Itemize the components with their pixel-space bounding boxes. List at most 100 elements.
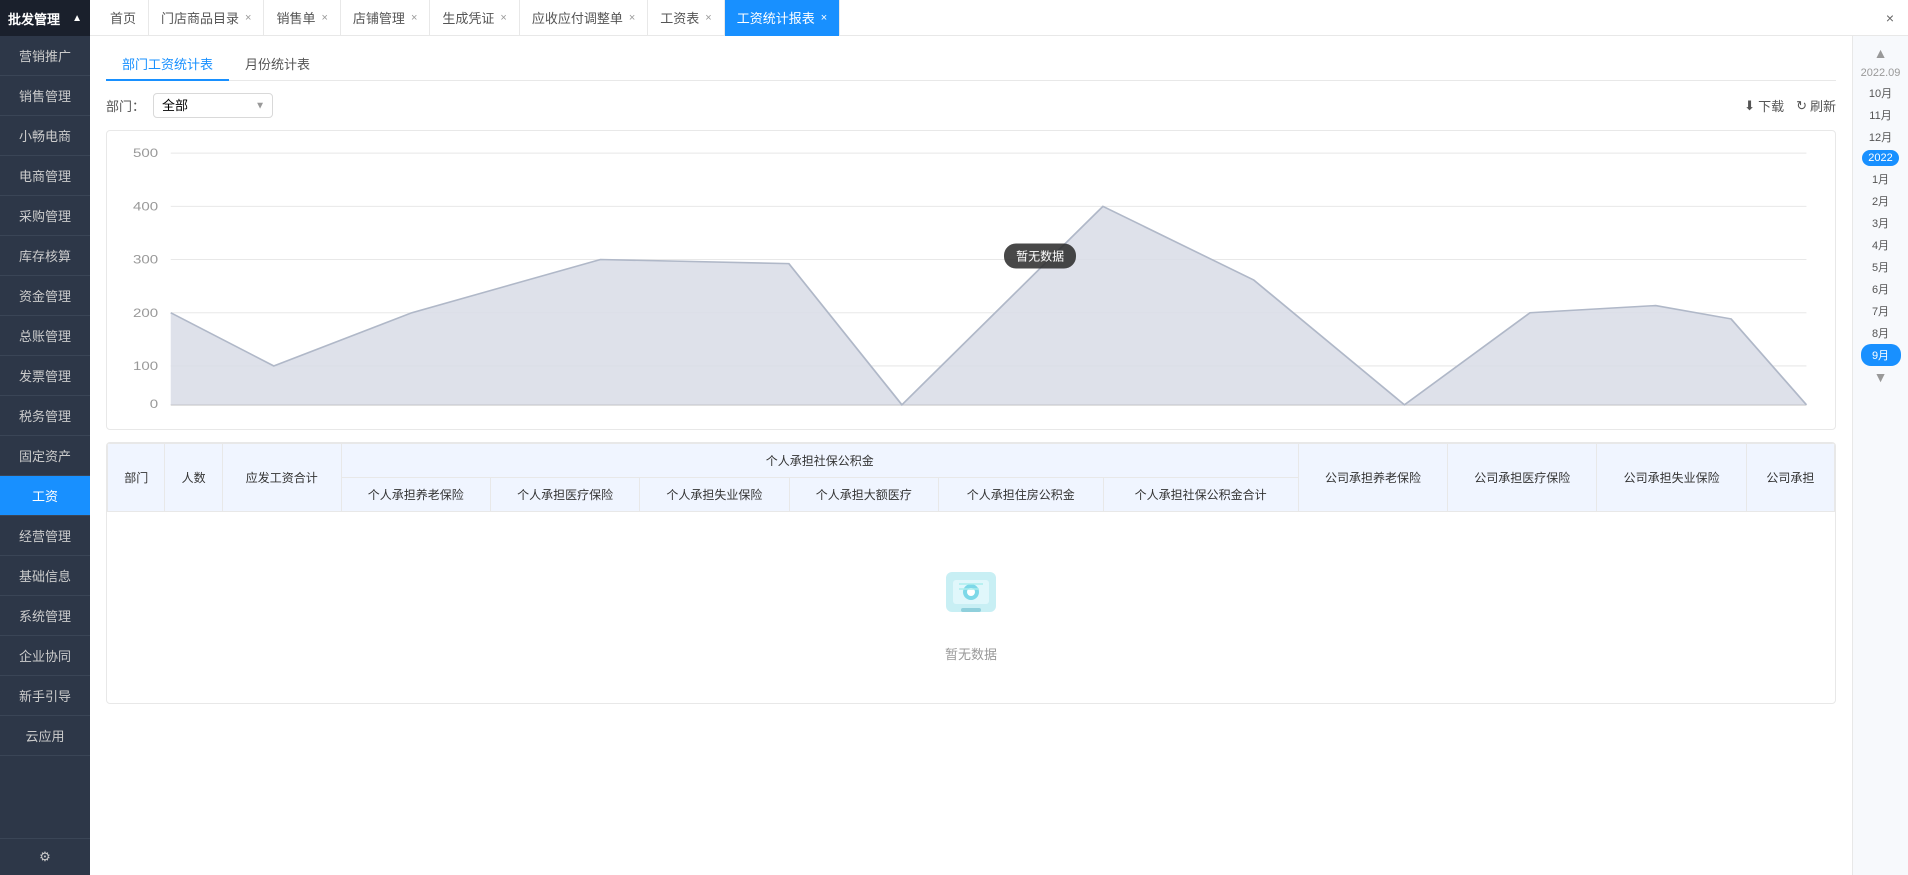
dept-select-wrapper: 全部 — [153, 93, 273, 118]
sub-tab-month[interactable]: 月份统计表 — [229, 48, 326, 81]
payroll-table: 部门 人数 应发工资合计 个人承担社保公积金 公司承担养老保险 公司承担医疗保险… — [107, 443, 1835, 703]
sidebar-item-xsgl[interactable]: 销售管理 — [0, 76, 90, 116]
sidebar-collapse-icon[interactable]: ▲ — [72, 13, 82, 24]
table-wrapper: 部门 人数 应发工资合计 个人承担社保公积金 公司承担养老保险 公司承担医疗保险… — [106, 442, 1836, 704]
chart-container: 500 400 300 200 100 0 — [106, 130, 1836, 430]
tab-store-mgmt[interactable]: 店铺管理 × — [341, 0, 430, 36]
tab-voucher[interactable]: 生成凭证 × — [430, 0, 519, 36]
tab-bar: 首页 门店商品目录 × 销售单 × 店铺管理 × 生成凭证 × 应收应付调整单 … — [90, 0, 1908, 36]
th-company-unemp: 公司承担失业保险 — [1597, 444, 1746, 512]
timeline-panel: ▲ 2022.09 10月 11月 12月 2022 1月 2月 3月 4月 5… — [1852, 36, 1908, 875]
svg-text:0: 0 — [150, 397, 159, 410]
th-personal-major: 个人承担大额医疗 — [789, 478, 938, 512]
sidebar: 批发管理 ▲ 营销推广 销售管理 小畅电商 电商管理 采购管理 库存核算 资金管… — [0, 0, 90, 875]
timeline-month-dec[interactable]: 12月 — [1861, 126, 1901, 148]
sidebar-item-xcdsc[interactable]: 小畅电商 — [0, 116, 90, 156]
sub-tab-bar: 部门工资统计表 月份统计表 — [106, 48, 1836, 81]
th-personal-unemp: 个人承担失业保险 — [640, 478, 789, 512]
sidebar-item-xsyd[interactable]: 新手引导 — [0, 676, 90, 716]
empty-illustration — [931, 552, 1011, 632]
tab-sales[interactable]: 销售单 × — [264, 0, 340, 36]
svg-text:200: 200 — [133, 306, 159, 319]
timeline-year-2022-09: 2022.09 — [1857, 64, 1905, 82]
sidebar-header[interactable]: 批发管理 ▲ — [0, 0, 90, 36]
timeline-up-nav[interactable]: ▲ — [1871, 42, 1891, 64]
tab-home[interactable]: 首页 — [98, 0, 149, 36]
toolbar-row: 部门： 全部 ⬇ 下载 ↻ 刷新 — [106, 93, 1836, 118]
sidebar-item-cggl[interactable]: 采购管理 — [0, 196, 90, 236]
sidebar-item-zjgl[interactable]: 资金管理 — [0, 276, 90, 316]
gear-icon: ⚙ — [39, 849, 51, 864]
timeline-year-badge-2022: 2022 — [1862, 150, 1898, 166]
refresh-icon: ↻ — [1796, 98, 1807, 114]
dept-label: 部门： — [106, 96, 145, 115]
tab-bar-right: × — [1880, 8, 1900, 28]
download-icon: ⬇ — [1744, 98, 1755, 114]
sidebar-item-xtgl[interactable]: 系统管理 — [0, 596, 90, 636]
empty-text: 暂无数据 — [945, 644, 997, 663]
tab-store-catalog[interactable]: 门店商品目录 × — [149, 0, 264, 36]
content-area: 部门工资统计表 月份统计表 部门： 全部 ⬇ 下载 — [90, 36, 1908, 875]
timeline-month-jan[interactable]: 1月 — [1861, 168, 1901, 190]
svg-text:500: 500 — [133, 147, 159, 160]
tab-payroll-report[interactable]: 工资统计报表 × — [725, 0, 840, 36]
timeline-month-may[interactable]: 5月 — [1861, 256, 1901, 278]
tab-close-payroll-report[interactable]: × — [821, 12, 827, 24]
tab-close-ar-ap[interactable]: × — [629, 12, 635, 24]
sidebar-item-gz[interactable]: 工资 — [0, 476, 90, 516]
timeline-month-jun[interactable]: 6月 — [1861, 278, 1901, 300]
th-personal-total: 个人承担社保公积金合计 — [1103, 478, 1298, 512]
sidebar-item-fpgl[interactable]: 发票管理 — [0, 356, 90, 396]
area-chart: 500 400 300 200 100 0 — [123, 147, 1819, 413]
timeline-month-sep[interactable]: 9月 — [1861, 344, 1901, 366]
tab-close-store-catalog[interactable]: × — [245, 12, 251, 24]
tab-payroll[interactable]: 工资表 × — [648, 0, 724, 36]
timeline-month-oct[interactable]: 10月 — [1861, 82, 1901, 104]
tab-close-sales[interactable]: × — [321, 12, 327, 24]
sidebar-settings[interactable]: ⚙ — [0, 838, 90, 875]
timeline-month-mar[interactable]: 3月 — [1861, 212, 1901, 234]
tab-close-payroll[interactable]: × — [705, 12, 711, 24]
sidebar-item-qyxt[interactable]: 企业协同 — [0, 636, 90, 676]
th-personal-group: 个人承担社保公积金 — [341, 444, 1298, 478]
svg-text:100: 100 — [133, 359, 159, 372]
empty-state: 暂无数据 — [108, 512, 1835, 703]
timeline-month-apr[interactable]: 4月 — [1861, 234, 1901, 256]
sidebar-item-zzgl[interactable]: 总账管理 — [0, 316, 90, 356]
toolbar-left: 部门： 全部 — [106, 93, 273, 118]
th-company-other: 公司承担 — [1746, 444, 1834, 512]
no-data-tooltip: 暂无数据 — [1004, 244, 1076, 269]
sub-tab-dept[interactable]: 部门工资统计表 — [106, 48, 229, 81]
sidebar-item-jygl[interactable]: 经营管理 — [0, 516, 90, 556]
sidebar-item-yyyp[interactable]: 云应用 — [0, 716, 90, 756]
download-button[interactable]: ⬇ 下载 — [1744, 96, 1784, 115]
dept-select[interactable]: 全部 — [153, 93, 273, 118]
sidebar-item-yxtt[interactable]: 营销推广 — [0, 36, 90, 76]
tab-close-voucher[interactable]: × — [500, 12, 506, 24]
page-content: 部门工资统计表 月份统计表 部门： 全部 ⬇ 下载 — [90, 36, 1852, 875]
th-company-pension: 公司承担养老保险 — [1298, 444, 1447, 512]
tab-close-store-mgmt[interactable]: × — [411, 12, 417, 24]
sidebar-item-kchs[interactable]: 库存核算 — [0, 236, 90, 276]
timeline-month-jul[interactable]: 7月 — [1861, 300, 1901, 322]
th-personal-housing: 个人承担住房公积金 — [938, 478, 1103, 512]
th-personal-medical: 个人承担医疗保险 — [490, 478, 639, 512]
timeline-down-nav[interactable]: ▼ — [1871, 366, 1891, 388]
sidebar-item-jcxx[interactable]: 基础信息 — [0, 556, 90, 596]
tab-close-all-button[interactable]: × — [1880, 8, 1900, 28]
th-count: 人数 — [165, 444, 222, 512]
table-empty-row: 暂无数据 — [108, 512, 1835, 704]
th-dept: 部门 — [108, 444, 165, 512]
sidebar-item-dscgl[interactable]: 电商管理 — [0, 156, 90, 196]
timeline-month-nov[interactable]: 11月 — [1861, 104, 1901, 126]
sidebar-title: 批发管理 — [8, 9, 60, 28]
timeline-month-aug[interactable]: 8月 — [1861, 322, 1901, 344]
th-personal-pension: 个人承担养老保险 — [341, 478, 490, 512]
toolbar-right: ⬇ 下载 ↻ 刷新 — [1744, 96, 1836, 115]
th-company-medical: 公司承担医疗保险 — [1448, 444, 1597, 512]
refresh-button[interactable]: ↻ 刷新 — [1796, 96, 1836, 115]
tab-ar-ap[interactable]: 应收应付调整单 × — [520, 0, 648, 36]
timeline-month-feb[interactable]: 2月 — [1861, 190, 1901, 212]
sidebar-item-gdzc[interactable]: 固定资产 — [0, 436, 90, 476]
sidebar-item-swgl[interactable]: 税务管理 — [0, 396, 90, 436]
